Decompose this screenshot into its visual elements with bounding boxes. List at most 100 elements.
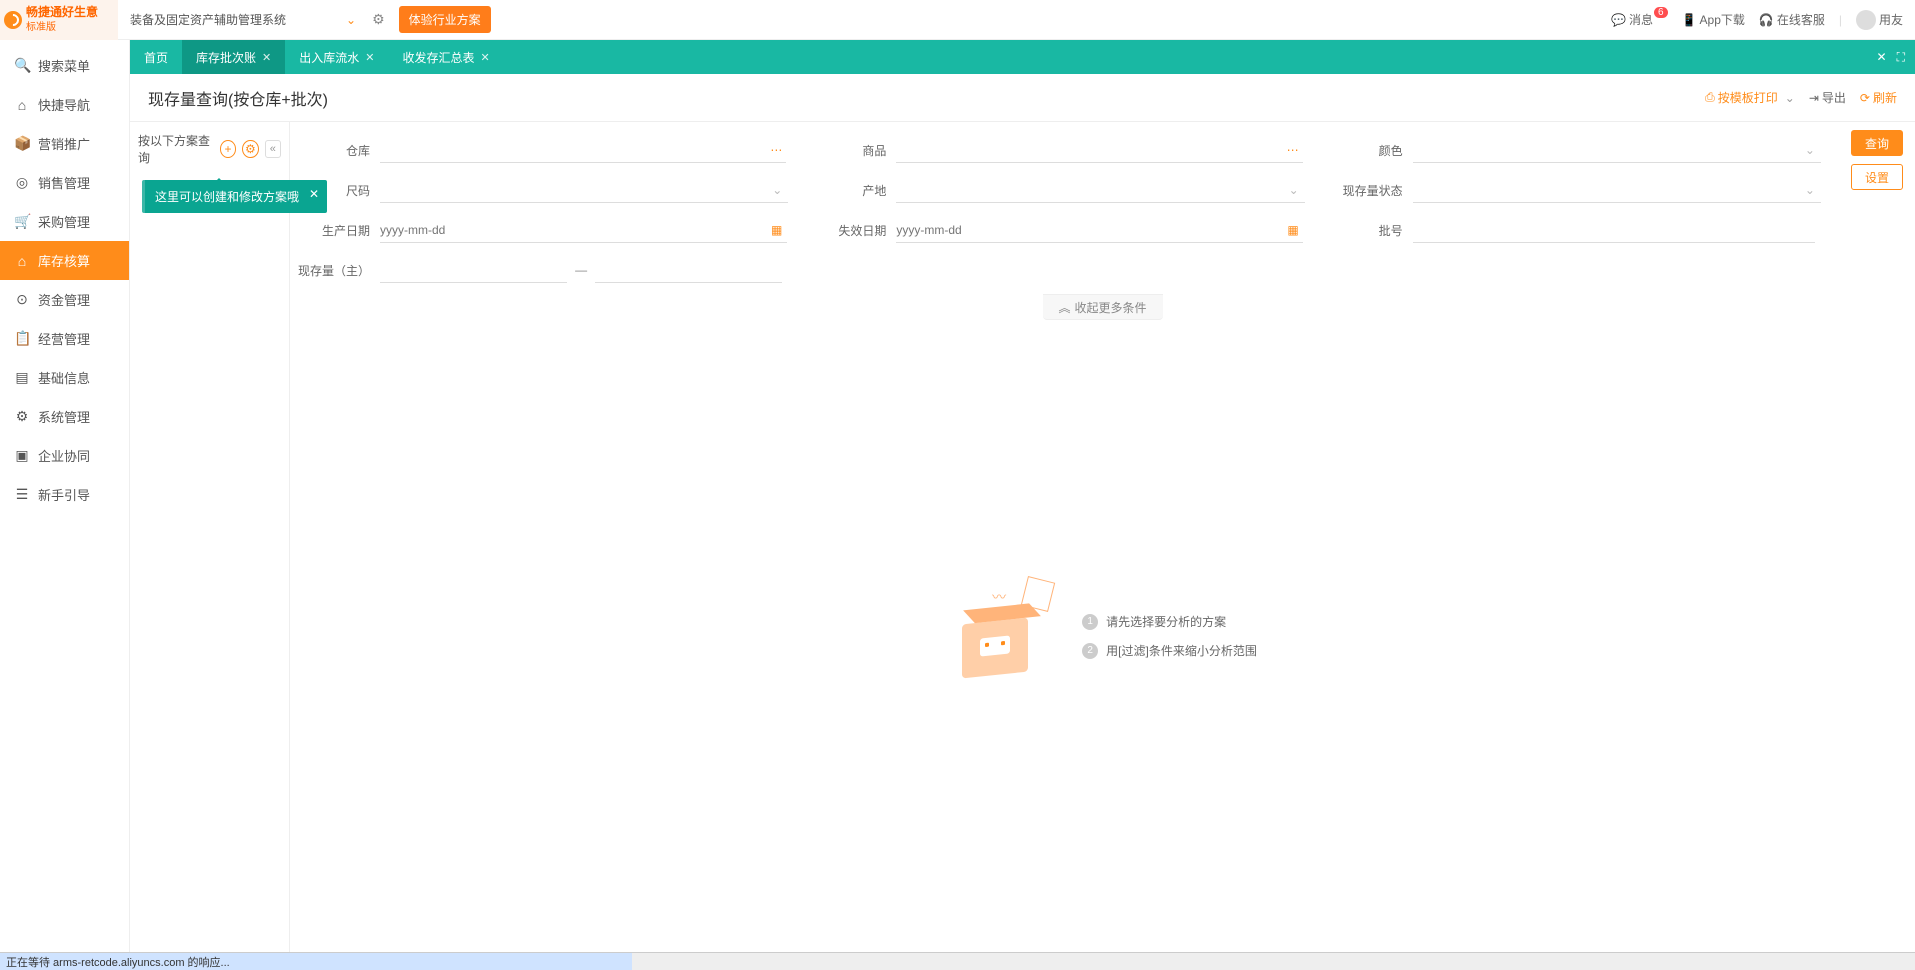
- gift-icon: 📦: [14, 135, 30, 152]
- settings-icon[interactable]: ⚙: [372, 11, 385, 28]
- step-number-2: 2: [1082, 643, 1098, 659]
- batch-input[interactable]: [1413, 217, 1815, 243]
- stock-status-select[interactable]: [1413, 177, 1821, 203]
- prod-date-input[interactable]: [380, 217, 787, 243]
- warehouse-input[interactable]: [380, 137, 786, 163]
- sidebar-label: 营销推广: [38, 134, 90, 153]
- clipboard-icon: 📋: [14, 330, 30, 347]
- headset-icon: 🎧: [1759, 13, 1774, 27]
- messages-link[interactable]: 💬 消息 6: [1611, 11, 1668, 28]
- sidebar-item-basic[interactable]: ▤基础信息: [0, 358, 129, 397]
- service-label: 在线客服: [1777, 11, 1825, 28]
- tab-io-flow[interactable]: 出入库流水✕: [285, 40, 388, 74]
- search-button[interactable]: 查询: [1851, 130, 1903, 156]
- close-all-icon[interactable]: ✕: [1877, 50, 1887, 64]
- stock-qty-range: —: [380, 257, 782, 283]
- search-icon: 🔍: [14, 57, 30, 74]
- sidebar-label: 库存核算: [38, 251, 90, 270]
- sidebar-label: 销售管理: [38, 173, 90, 192]
- tab-bar: 首页 库存批次账✕ 出入库流水✕ 收发存汇总表 ✕ ✕ ⛶: [130, 40, 1915, 74]
- origin-select[interactable]: [896, 177, 1304, 203]
- refresh-button[interactable]: ⟳刷新: [1860, 89, 1897, 106]
- warehouse-icon: ⌂: [14, 253, 30, 269]
- brand: 畅捷通好生意 标准版: [0, 0, 118, 40]
- sidebar-item-quicknav[interactable]: ⌂ 快捷导航: [0, 85, 129, 124]
- sidebar-item-sales[interactable]: ◎ 销售管理: [0, 163, 129, 202]
- collapse-panel-button[interactable]: «: [265, 140, 281, 158]
- product-input[interactable]: [896, 137, 1302, 163]
- messages-badge: 6: [1654, 7, 1668, 18]
- reset-button[interactable]: 设置: [1851, 164, 1903, 190]
- collapse-filters-button[interactable]: ︽ 收起更多条件: [1043, 294, 1163, 320]
- sidebar-item-purchase[interactable]: 🛒采购管理: [0, 202, 129, 241]
- sidebar-label: 系统管理: [38, 407, 90, 426]
- brand-edition: 标准版: [26, 18, 98, 33]
- label-product: 商品: [806, 142, 896, 159]
- label-stock-status: 现存量状态: [1323, 182, 1413, 199]
- system-name: 装备及固定资产辅助管理系统: [130, 11, 286, 28]
- page-title: 现存量查询(按仓库+批次): [148, 86, 328, 110]
- top-header: 畅捷通好生意 标准版 装备及固定资产辅助管理系统 ⌄ ⚙ 体验行业方案 💬 消息…: [0, 0, 1915, 40]
- sidebar-label: 资金管理: [38, 290, 90, 309]
- tab-summary[interactable]: 收发存汇总表 ✕: [388, 40, 503, 74]
- size-select[interactable]: [380, 177, 788, 203]
- export-button[interactable]: ⇥导出: [1809, 89, 1846, 106]
- sidebar-item-inventory[interactable]: ⌂ 库存核算: [0, 241, 129, 280]
- system-selector[interactable]: 装备及固定资产辅助管理系统 ⌄: [130, 11, 356, 28]
- stock-qty-min[interactable]: [380, 257, 567, 283]
- tab-home[interactable]: 首页: [130, 40, 182, 74]
- chevron-down-icon: ⌄: [1785, 91, 1795, 105]
- gear-icon: ⚙: [14, 408, 30, 425]
- chat-icon: 💬: [1611, 13, 1626, 27]
- fullscreen-icon[interactable]: ⛶: [1897, 50, 1905, 65]
- print-button[interactable]: ⎙按模板打印⌄: [1705, 89, 1795, 106]
- sidebar-item-marketing[interactable]: 📦 营销推广: [0, 124, 129, 163]
- sidebar-label: 快捷导航: [38, 95, 90, 114]
- refresh-icon: ⟳: [1860, 91, 1870, 105]
- main: 首页 库存批次账✕ 出入库流水✕ 收发存汇总表 ✕ ✕ ⛶ 现存量查询(按仓库+批…: [130, 40, 1915, 952]
- top-right-menu: 💬 消息 6 📱 App下载 🎧 在线客服 | 用友: [1611, 10, 1903, 30]
- tab-label: 首页: [144, 49, 168, 66]
- sidebar-label: 企业协同: [38, 446, 90, 465]
- sidebar-item-system[interactable]: ⚙ 系统管理: [0, 397, 129, 436]
- page-head: 现存量查询(按仓库+批次) ⎙按模板打印⌄ ⇥导出 ⟳刷新: [130, 74, 1915, 122]
- step-number-1: 1: [1082, 614, 1098, 630]
- avatar-icon: [1856, 10, 1876, 30]
- sidebar-item-business[interactable]: 📋经营管理: [0, 319, 129, 358]
- empty-illustration-icon: 〰: [948, 591, 1058, 681]
- service-link[interactable]: 🎧 在线客服: [1759, 11, 1825, 28]
- sidebar-item-collab[interactable]: ▣企业协同: [0, 436, 129, 475]
- label-stock-qty: 现存量（主）: [290, 262, 380, 279]
- user-menu[interactable]: 用友: [1856, 10, 1903, 30]
- sidebar-item-guide[interactable]: ☰新手引导: [0, 475, 129, 514]
- add-scheme-button[interactable]: +: [220, 140, 236, 158]
- step-1-text: 请先选择要分析的方案: [1106, 613, 1226, 630]
- sidebar-label: 搜索菜单: [38, 56, 90, 75]
- color-select[interactable]: [1413, 137, 1821, 163]
- chevron-up-icon: ︽: [1058, 299, 1070, 316]
- close-icon[interactable]: ✕: [481, 51, 490, 64]
- close-icon[interactable]: ✕: [309, 187, 319, 201]
- divider: |: [1839, 13, 1842, 27]
- collapse-label: 收起更多条件: [1075, 299, 1147, 316]
- sidebar-item-search[interactable]: 🔍 搜索菜单: [0, 46, 129, 85]
- exp-date-input[interactable]: [896, 217, 1303, 243]
- label-warehouse: 仓库: [290, 142, 380, 159]
- home-icon: ⌂: [14, 97, 30, 113]
- scheme-panel: 按以下方案查询 + ⚙ « ✓ 按仓库+批次 这里可以创建和修改方案哦 ✕: [130, 122, 290, 952]
- label-prod-date: 生产日期: [290, 222, 380, 239]
- phone-icon: 📱: [1682, 13, 1697, 27]
- sidebar-item-funds[interactable]: ⊙ 资金管理: [0, 280, 129, 319]
- stock-qty-max[interactable]: [595, 257, 782, 283]
- experience-button[interactable]: 体验行业方案: [399, 6, 491, 33]
- app-download-link[interactable]: 📱 App下载: [1682, 11, 1745, 28]
- coin-icon: ⊙: [14, 291, 30, 308]
- tab-label: 收发存汇总表: [402, 49, 474, 66]
- empty-state: 〰 1请先选择要分析的方案 2用[过滤]条件来缩小分析范围: [290, 320, 1915, 952]
- close-icon[interactable]: ✕: [262, 51, 271, 64]
- cart-icon: 🛒: [14, 213, 30, 230]
- target-icon: ◎: [14, 174, 30, 191]
- close-icon[interactable]: ✕: [365, 51, 374, 64]
- settings-scheme-button[interactable]: ⚙: [242, 140, 258, 158]
- tab-batch-ledger[interactable]: 库存批次账✕: [182, 40, 285, 74]
